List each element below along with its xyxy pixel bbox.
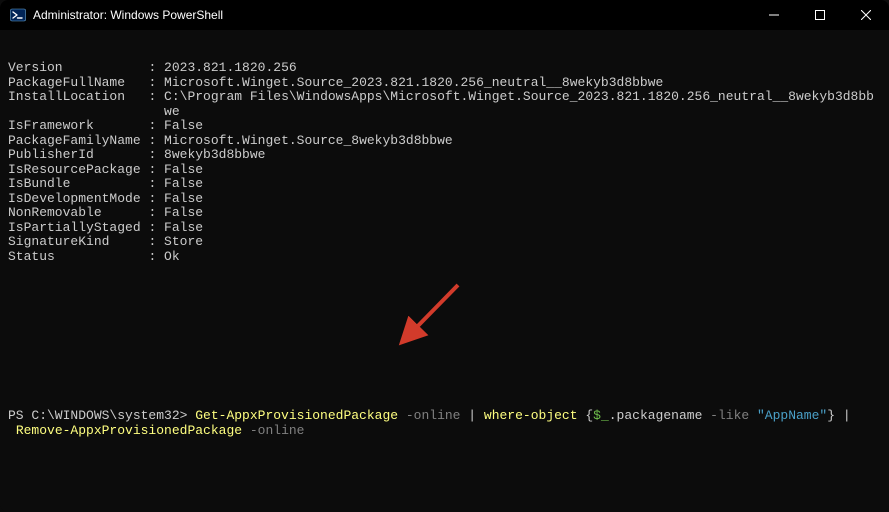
kv-value: False bbox=[164, 119, 203, 134]
titlebar[interactable]: Administrator: Windows PowerShell bbox=[0, 0, 889, 30]
window-controls bbox=[751, 0, 889, 30]
kv-row: PackageFullName : Microsoft.Winget.Sourc… bbox=[8, 76, 881, 91]
kv-value: False bbox=[164, 177, 203, 192]
close-button[interactable] bbox=[843, 0, 889, 30]
title-left: Administrator: Windows PowerShell bbox=[10, 7, 223, 23]
kv-key: IsDevelopmentMode bbox=[8, 192, 148, 207]
window-title: Administrator: Windows PowerShell bbox=[33, 8, 223, 22]
maximize-button[interactable] bbox=[797, 0, 843, 30]
kv-value: Ok bbox=[164, 250, 180, 265]
cmdlet-where: where-object bbox=[484, 408, 578, 423]
kv-value: 2023.821.1820.256 bbox=[164, 61, 297, 76]
blank-gap bbox=[8, 308, 881, 352]
kv-key: NonRemovable bbox=[8, 206, 148, 221]
kv-key: PackageFullName bbox=[8, 76, 148, 91]
kv-sep: : bbox=[148, 192, 164, 207]
kv-sep: : bbox=[148, 134, 164, 149]
kv-sep: : bbox=[148, 148, 164, 163]
kv-row: IsFramework : False bbox=[8, 119, 881, 134]
kv-key: IsFramework bbox=[8, 119, 148, 134]
cmdlet-remove: Remove-AppxProvisionedPackage bbox=[8, 423, 242, 438]
kv-row: InstallLocation : C:\Program Files\Windo… bbox=[8, 90, 881, 119]
kv-sep: : bbox=[148, 76, 164, 91]
kv-key: PublisherId bbox=[8, 148, 148, 163]
kv-row: SignatureKind : Store bbox=[8, 235, 881, 250]
kv-sep: : bbox=[148, 235, 164, 250]
kv-value: False bbox=[164, 192, 203, 207]
kv-row: IsPartiallyStaged : False bbox=[8, 221, 881, 236]
kv-value: 8wekyb3d8bbwe bbox=[164, 148, 265, 163]
kv-key: PackageFamilyName bbox=[8, 134, 148, 149]
kv-row: PublisherId : 8wekyb3d8bbwe bbox=[8, 148, 881, 163]
kv-key: InstallLocation bbox=[8, 90, 148, 119]
kv-sep: : bbox=[148, 119, 164, 134]
kv-sep: : bbox=[148, 221, 164, 236]
kv-value: Store bbox=[164, 235, 203, 250]
pipe-1: | bbox=[461, 408, 484, 423]
brace-close: } bbox=[827, 408, 835, 423]
kv-row: IsResourcePackage : False bbox=[8, 163, 881, 178]
kv-value: False bbox=[164, 163, 203, 178]
powershell-window: Administrator: Windows PowerShell Versio… bbox=[0, 0, 889, 512]
kv-row: NonRemovable : False bbox=[8, 206, 881, 221]
kv-row: PackageFamilyName : Microsoft.Winget.Sou… bbox=[8, 134, 881, 149]
kv-row: IsBundle : False bbox=[8, 177, 881, 192]
kv-row: IsDevelopmentMode : False bbox=[8, 192, 881, 207]
kv-key: IsBundle bbox=[8, 177, 148, 192]
pipe-2: | bbox=[835, 408, 858, 423]
kv-value: False bbox=[164, 206, 203, 221]
prop-packagename: .packagename bbox=[609, 408, 703, 423]
kv-sep: : bbox=[148, 90, 164, 119]
param-online-2: -online bbox=[242, 423, 304, 438]
kv-value: False bbox=[164, 221, 203, 236]
brace-open: { bbox=[578, 408, 594, 423]
kv-value: Microsoft.Winget.Source_2023.821.1820.25… bbox=[164, 76, 663, 91]
package-info-block: Version : 2023.821.1820.256PackageFullNa… bbox=[8, 61, 881, 264]
powershell-icon bbox=[10, 7, 26, 23]
kv-value: C:\Program Files\WindowsApps\Microsoft.W… bbox=[164, 90, 881, 119]
kv-row: Version : 2023.821.1820.256 bbox=[8, 61, 881, 76]
kv-key: Status bbox=[8, 250, 148, 265]
prompt-prefix: PS C:\WINDOWS\system32> bbox=[8, 408, 195, 423]
kv-key: SignatureKind bbox=[8, 235, 148, 250]
kv-sep: : bbox=[148, 250, 164, 265]
string-appname: "AppName" bbox=[757, 408, 827, 423]
pipeline-var: $_ bbox=[593, 408, 609, 423]
kv-key: IsPartiallyStaged bbox=[8, 221, 148, 236]
kv-row: Status : Ok bbox=[8, 250, 881, 265]
kv-key: Version bbox=[8, 61, 148, 76]
prompt-line: PS C:\WINDOWS\system32> Get-AppxProvisio… bbox=[8, 409, 881, 438]
cmdlet-get: Get-AppxProvisionedPackage bbox=[195, 408, 398, 423]
kv-sep: : bbox=[148, 206, 164, 221]
kv-sep: : bbox=[148, 177, 164, 192]
kv-sep: : bbox=[148, 163, 164, 178]
param-online-1: -online bbox=[398, 408, 460, 423]
terminal-output[interactable]: Version : 2023.821.1820.256PackageFullNa… bbox=[0, 30, 889, 512]
minimize-button[interactable] bbox=[751, 0, 797, 30]
kv-sep: : bbox=[148, 61, 164, 76]
kv-value: Microsoft.Winget.Source_8wekyb3d8bbwe bbox=[164, 134, 453, 149]
kv-key: IsResourcePackage bbox=[8, 163, 148, 178]
param-like: -like bbox=[702, 408, 757, 423]
